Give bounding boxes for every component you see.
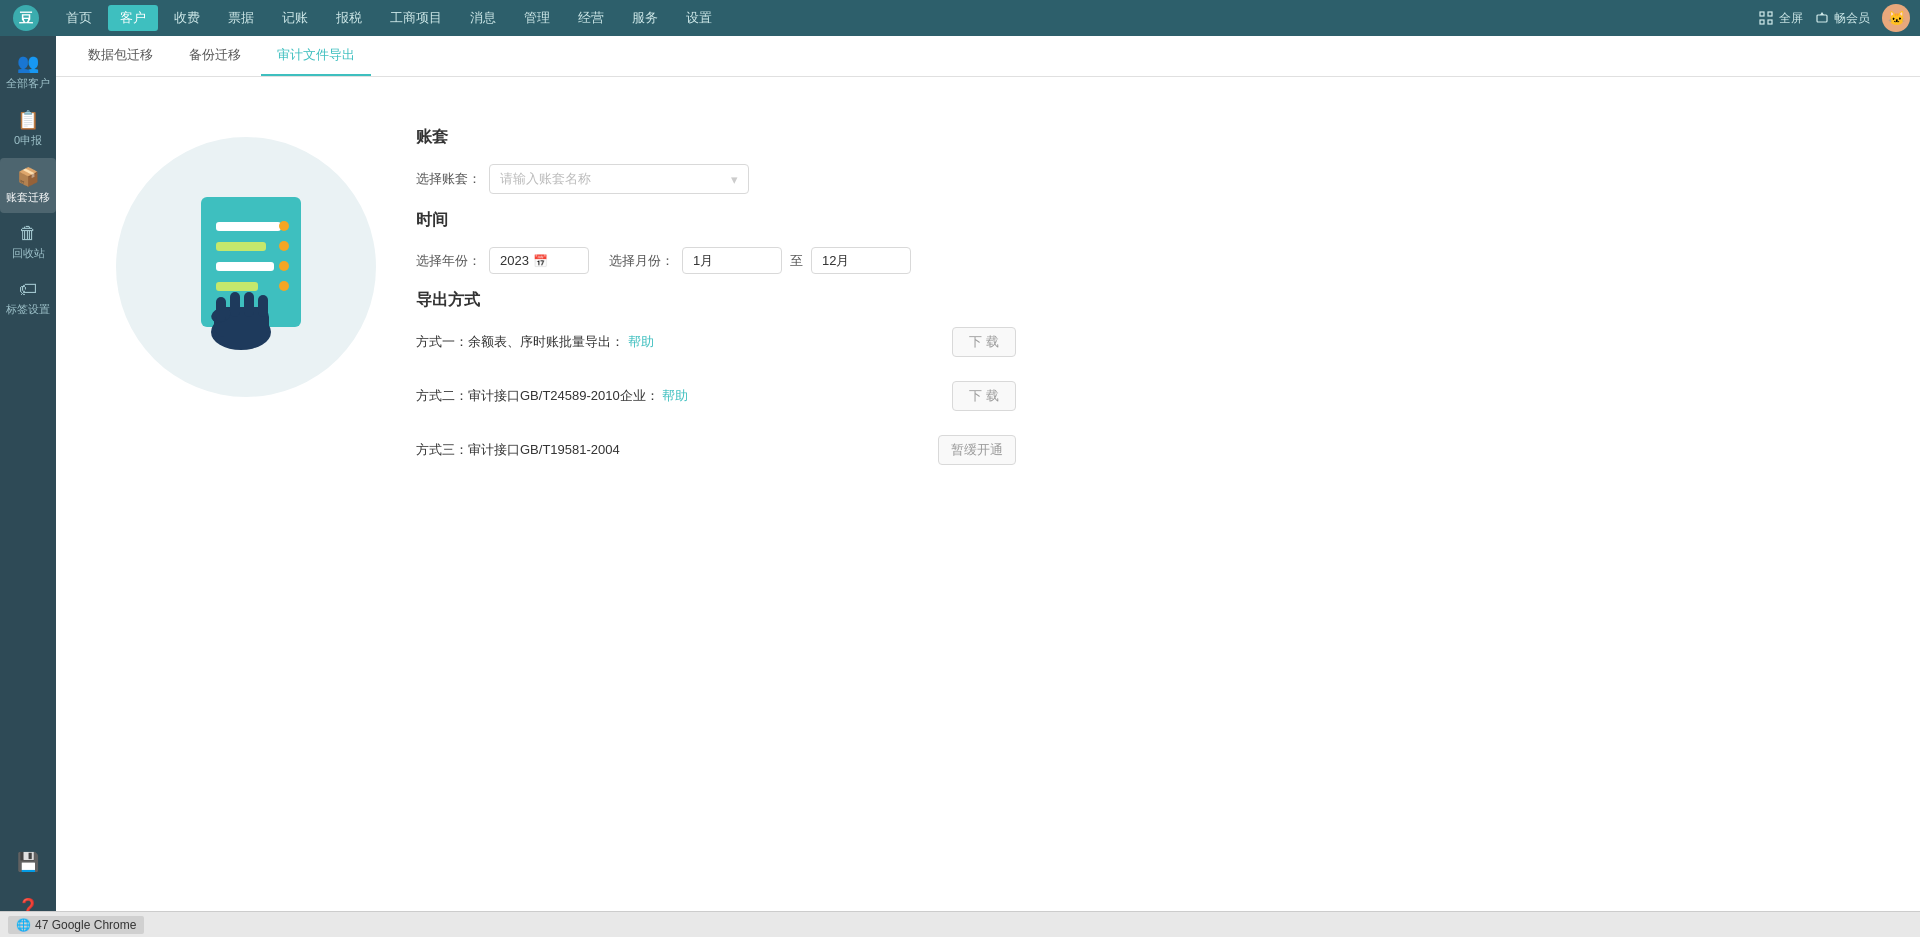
method3-label: 方式三：审计接口GB/T19581-2004 — [416, 441, 930, 459]
nav-home[interactable]: 首页 — [54, 5, 104, 31]
svg-rect-6 — [1817, 15, 1827, 22]
month-end-select[interactable]: 1月2月3月 4月5月6月 7月8月9月 10月11月12月 — [811, 247, 911, 274]
tab-bar: 数据包迁移 备份迁移 审计文件导出 — [56, 36, 1920, 77]
content-area: 账套 选择账套： 请输入账套名称 ▾ 时间 选择年份： 2023 📅 — [56, 77, 1920, 937]
svg-rect-5 — [1768, 20, 1772, 24]
all-customers-icon: 👥 — [17, 52, 39, 74]
nav-customer[interactable]: 客户 — [108, 5, 158, 31]
method1-download-btn[interactable]: 下 载 — [952, 327, 1016, 357]
svg-rect-9 — [216, 222, 281, 231]
nav-settings[interactable]: 设置 — [674, 5, 724, 31]
zero-declare-icon: 📋 — [17, 109, 39, 131]
nav-bookkeeping[interactable]: 记账 — [270, 5, 320, 31]
svg-marker-7 — [1820, 12, 1824, 15]
account-section-title: 账套 — [416, 127, 1016, 148]
svg-rect-4 — [1760, 20, 1764, 24]
sidebar-label-zero-declare: 0申报 — [14, 133, 42, 148]
top-nav: 豆 首页 客户 收费 票据 记账 报税 工商项目 消息 管理 经营 服务 设置 … — [0, 0, 1920, 36]
export-method-3-row: 方式三：审计接口GB/T19581-2004 暂缓开通 — [416, 435, 1016, 465]
svg-rect-2 — [1760, 12, 1764, 16]
chevron-down-icon: ▾ — [731, 172, 738, 187]
export-section-title: 导出方式 — [416, 290, 1016, 311]
export-method-2-row: 方式二：审计接口GB/T24589-2010企业： 帮助 下 载 — [416, 381, 1016, 411]
sidebar-item-recycle[interactable]: 🗑 回收站 — [0, 215, 56, 269]
sidebar-label-recycle: 回收站 — [12, 246, 45, 261]
svg-rect-12 — [216, 282, 258, 291]
date-separator: 至 — [790, 252, 803, 270]
tab-backup-migrate[interactable]: 备份迁移 — [173, 36, 257, 76]
illustration-wrap — [116, 117, 376, 897]
nav-invoice[interactable]: 票据 — [216, 5, 266, 31]
nav-right: 全屏 畅会员 🐱 — [1759, 4, 1910, 32]
nav-message[interactable]: 消息 — [458, 5, 508, 31]
sidebar-item-tag-settings[interactable]: 🏷 标签设置 — [0, 271, 56, 325]
sidebar-item-zero-declare[interactable]: 📋 0申报 — [0, 101, 56, 156]
account-label: 选择账套： — [416, 170, 481, 188]
svg-point-16 — [279, 281, 289, 291]
nav-manage[interactable]: 管理 — [512, 5, 562, 31]
tab-audit-export[interactable]: 审计文件导出 — [261, 36, 371, 76]
nav-fee[interactable]: 收费 — [162, 5, 212, 31]
svg-rect-3 — [1768, 12, 1772, 16]
form-section: 账套 选择账套： 请输入账套名称 ▾ 时间 选择年份： 2023 📅 — [416, 117, 1016, 897]
year-label: 选择年份： — [416, 252, 481, 270]
main-content: 数据包迁移 备份迁移 审计文件导出 — [56, 36, 1920, 937]
nav-operation[interactable]: 经营 — [566, 5, 616, 31]
method2-download-btn[interactable]: 下 载 — [952, 381, 1016, 411]
sidebar-label-tag-settings: 标签设置 — [6, 302, 50, 317]
taskbar: 🌐 47 Google Chrome — [0, 911, 1920, 937]
tag-settings-icon: 🏷 — [19, 279, 37, 300]
member-btn[interactable]: 畅会员 — [1815, 10, 1870, 27]
svg-point-14 — [279, 241, 289, 251]
sidebar: 👥 全部客户 📋 0申报 📦 账套迁移 🗑 回收站 🏷 标签设置 💾 ❓ — [0, 36, 56, 937]
svg-rect-23 — [258, 295, 268, 317]
taskbar-chrome-item[interactable]: 🌐 47 Google Chrome — [8, 916, 144, 934]
svg-rect-11 — [216, 262, 274, 271]
sidebar-label-all-customers: 全部客户 — [6, 76, 50, 91]
download-icon: 💾 — [17, 851, 39, 873]
sidebar-item-all-customers[interactable]: 👥 全部客户 — [0, 44, 56, 99]
month-label: 选择月份： — [609, 252, 674, 270]
account-migrate-icon: 📦 — [17, 166, 39, 188]
month-start-select[interactable]: 1月2月3月 4月5月6月 7月8月9月 10月11月12月 — [682, 247, 782, 274]
illustration-circle — [116, 137, 376, 397]
svg-rect-20 — [216, 297, 226, 322]
svg-rect-10 — [216, 242, 266, 251]
illustration-svg — [156, 167, 336, 367]
year-input[interactable]: 2023 📅 — [489, 247, 589, 274]
method2-label: 方式二：审计接口GB/T24589-2010企业： 帮助 — [416, 387, 944, 405]
user-avatar[interactable]: 🐱 — [1882, 4, 1910, 32]
svg-point-13 — [279, 221, 289, 231]
nav-items: 首页 客户 收费 票据 记账 报税 工商项目 消息 管理 经营 服务 设置 — [54, 5, 1759, 31]
nav-tax[interactable]: 报税 — [324, 5, 374, 31]
time-row: 选择年份： 2023 📅 选择月份： 1月2月3月 4月5月6月 7月8月9月 … — [416, 247, 1016, 274]
nav-business[interactable]: 工商项目 — [378, 5, 454, 31]
method1-label: 方式一：余额表、序时账批量导出： 帮助 — [416, 333, 944, 351]
chrome-icon: 🌐 — [16, 918, 31, 932]
method3-soon-btn[interactable]: 暂缓开通 — [938, 435, 1016, 465]
export-method-1-row: 方式一：余额表、序时账批量导出： 帮助 下 载 — [416, 327, 1016, 357]
sidebar-item-bottom1[interactable]: 💾 — [0, 843, 56, 883]
calendar-icon: 📅 — [533, 254, 548, 268]
time-section-title: 时间 — [416, 210, 1016, 231]
svg-rect-21 — [230, 292, 240, 317]
sidebar-item-account-migrate[interactable]: 📦 账套迁移 — [0, 158, 56, 213]
tab-data-migrate[interactable]: 数据包迁移 — [72, 36, 169, 76]
app-layout: 👥 全部客户 📋 0申报 📦 账套迁移 🗑 回收站 🏷 标签设置 💾 ❓ — [0, 36, 1920, 937]
svg-text:豆: 豆 — [19, 10, 33, 26]
recycle-icon: 🗑 — [19, 223, 37, 244]
svg-rect-22 — [244, 292, 254, 317]
account-row: 选择账套： 请输入账套名称 ▾ — [416, 164, 1016, 194]
method1-help-link[interactable]: 帮助 — [628, 334, 654, 349]
taskbar-item-label: 47 Google Chrome — [35, 918, 136, 932]
sidebar-label-account-migrate: 账套迁移 — [6, 190, 50, 205]
app-logo: 豆 — [10, 2, 42, 34]
fullscreen-btn[interactable]: 全屏 — [1759, 10, 1802, 27]
svg-point-15 — [279, 261, 289, 271]
account-select[interactable]: 请输入账套名称 ▾ — [489, 164, 749, 194]
nav-service[interactable]: 服务 — [620, 5, 670, 31]
method2-help-link[interactable]: 帮助 — [662, 388, 688, 403]
